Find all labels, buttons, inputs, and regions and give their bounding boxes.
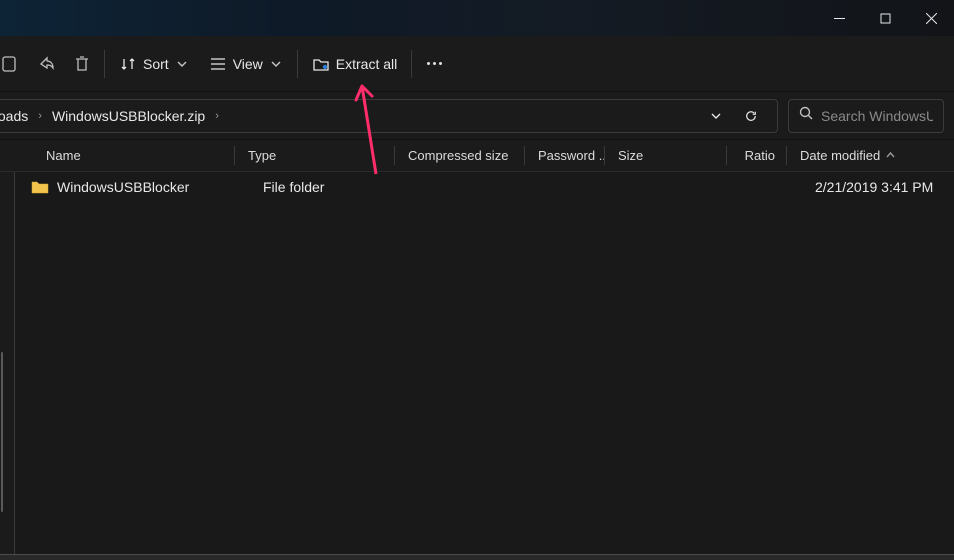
search-input[interactable] [821, 108, 933, 124]
delete-button[interactable] [64, 46, 100, 82]
cell-type: File folder [251, 179, 411, 195]
address-bar-row: nloads › WindowsUSBBlocker.zip › [0, 92, 954, 140]
more-icon [427, 62, 442, 65]
column-header-compressed-size[interactable]: Compressed size [396, 140, 526, 171]
address-dropdown[interactable] [703, 100, 729, 132]
column-label: Ratio [745, 148, 775, 163]
view-label: View [233, 56, 263, 72]
chevron-down-icon [269, 59, 283, 69]
cut-icon [1, 55, 19, 73]
column-headers: Name Type Compressed size Password ... S… [0, 140, 954, 172]
column-label: Type [248, 148, 276, 163]
breadcrumb-item[interactable]: nloads [0, 106, 32, 126]
sort-button[interactable]: Sort [109, 46, 199, 82]
share-button[interactable] [28, 46, 64, 82]
file-name: WindowsUSBBlocker [57, 179, 189, 195]
titlebar [0, 0, 954, 36]
toolbar-separator [104, 50, 105, 78]
sort-indicator-icon [886, 148, 895, 163]
column-header-password[interactable]: Password ... [526, 140, 606, 171]
status-bar [0, 554, 954, 560]
column-label: Password ... [538, 148, 606, 163]
chevron-right-icon: › [213, 110, 221, 122]
close-button[interactable] [908, 0, 954, 36]
folder-icon [31, 179, 49, 195]
minimize-button[interactable] [816, 0, 862, 36]
cut-button[interactable] [0, 46, 28, 82]
column-label: Name [46, 148, 81, 163]
share-icon [37, 55, 55, 73]
search-box[interactable] [788, 99, 944, 133]
search-icon [799, 106, 813, 125]
file-list: WindowsUSBBlocker File folder 2/21/2019 … [14, 172, 954, 554]
toolbar: Sort View Extract all [0, 36, 954, 92]
cell-name: WindowsUSBBlocker [15, 179, 251, 195]
view-icon [209, 55, 227, 73]
cell-date: 2/21/2019 3:41 PM [803, 179, 943, 195]
extract-all-button[interactable]: Extract all [302, 46, 407, 82]
view-button[interactable]: View [199, 46, 293, 82]
column-label: Size [618, 148, 643, 163]
sort-label: Sort [143, 56, 169, 72]
close-icon [926, 13, 937, 24]
breadcrumb: nloads › WindowsUSBBlocker.zip › [0, 106, 697, 126]
scroll-indicator[interactable] [1, 352, 3, 512]
sort-icon [119, 55, 137, 73]
trash-icon [73, 55, 91, 73]
maximize-button[interactable] [862, 0, 908, 36]
chevron-down-icon [175, 59, 189, 69]
address-bar[interactable]: nloads › WindowsUSBBlocker.zip › [0, 99, 778, 133]
column-header-type[interactable]: Type [236, 140, 396, 171]
extract-label: Extract all [336, 56, 397, 72]
toolbar-separator [297, 50, 298, 78]
toolbar-separator [411, 50, 412, 78]
chevron-right-icon: › [36, 110, 44, 122]
refresh-icon [745, 110, 757, 122]
refresh-button[interactable] [735, 100, 767, 132]
minimize-icon [834, 13, 845, 24]
file-explorer-window: Sort View Extract all nloads › WindowsUS… [0, 0, 954, 560]
column-header-name[interactable]: Name [0, 140, 236, 171]
breadcrumb-item[interactable]: WindowsUSBBlocker.zip [48, 106, 209, 126]
column-header-size[interactable]: Size [606, 140, 728, 171]
column-header-ratio[interactable]: Ratio [728, 140, 788, 171]
chevron-down-icon [710, 110, 722, 122]
column-header-date-modified[interactable]: Date modified [788, 140, 908, 171]
column-label: Compressed size [408, 148, 508, 163]
table-row[interactable]: WindowsUSBBlocker File folder 2/21/2019 … [15, 172, 954, 202]
more-button[interactable] [416, 46, 452, 82]
maximize-icon [880, 13, 891, 24]
extract-icon [312, 55, 330, 73]
column-label: Date modified [800, 148, 880, 163]
